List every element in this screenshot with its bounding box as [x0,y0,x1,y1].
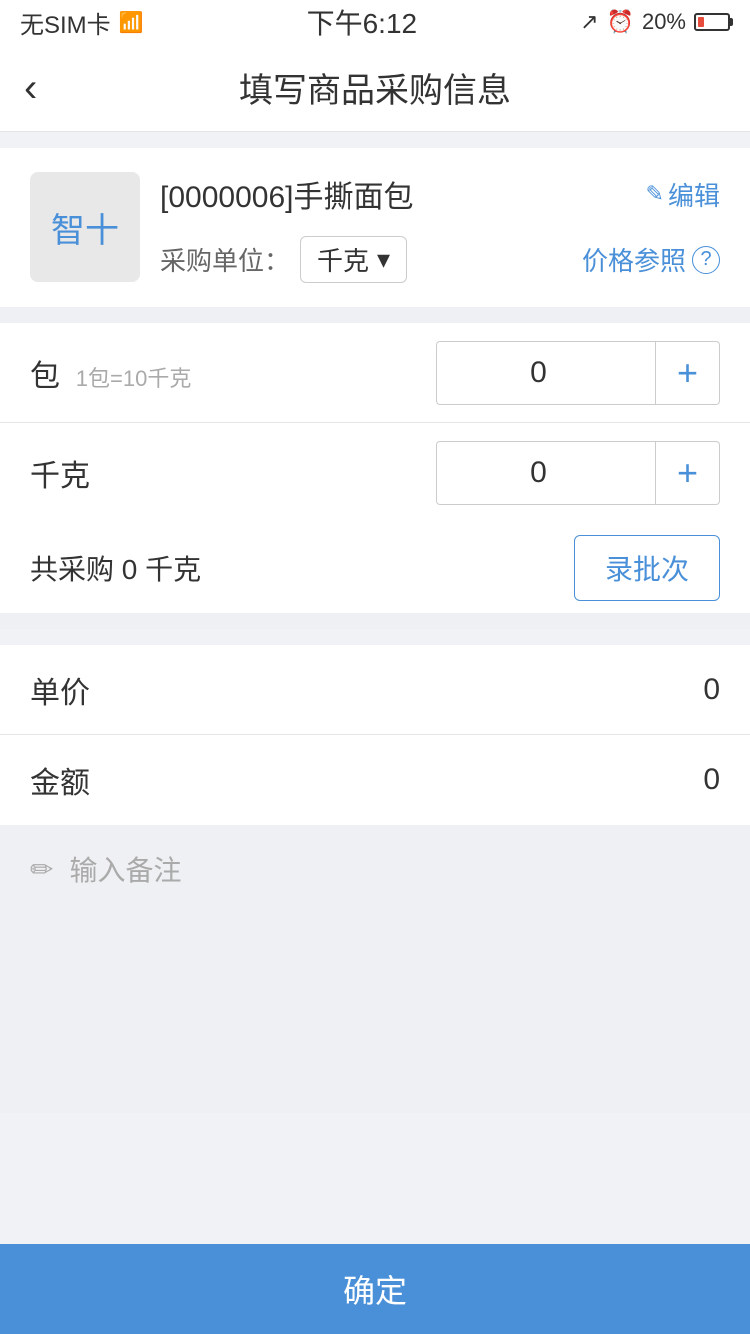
price-ref-label: 价格参照 [582,241,686,278]
battery-percent: 20% [642,9,686,35]
total-unit: 千克 [145,554,201,585]
total-section: 共采购 0 千克 录批次 [0,523,750,613]
back-button[interactable]: ‹ [24,68,37,108]
unit-selector[interactable]: 千克 ▾ [300,236,407,283]
battery-icon [694,13,730,31]
edit-label: 编辑 [668,176,720,213]
unit-price-value: 0 [703,673,720,707]
dropdown-icon: ▾ [377,244,390,275]
help-icon: ? [692,246,720,274]
alarm-icon: ⏰ [607,9,634,35]
bag-input-row: 包 1包=10千克 + [0,323,750,423]
amount-label: 金额 [30,758,90,802]
product-info: [0000006]手撕面包 ✎ 编辑 采购单位： 千克 ▾ 价格参照 ? [160,172,720,283]
bag-plus-button[interactable]: + [656,341,720,405]
input-section: 包 1包=10千克 + 千克 + [0,323,750,523]
batch-button[interactable]: 录批次 [574,535,720,601]
kg-label: 千克 [30,460,90,493]
status-bar: 无SIM卡 📶 下午6:12 ↗ ⏰ 20% [0,0,750,44]
product-unit-row: 采购单位： 千克 ▾ 价格参照 ? [160,236,720,283]
kg-input-row: 千克 + [0,423,750,523]
bag-label: 包 [30,360,60,393]
bag-label-group: 包 1包=10千克 [30,351,191,395]
kg-plus-button[interactable]: + [656,441,720,505]
confirm-button[interactable]: 确定 [0,1244,750,1334]
bag-quantity-input[interactable] [436,341,656,405]
product-logo: 智十 [51,203,119,252]
unit-price-label: 单价 [30,668,90,712]
remark-placeholder: 输入备注 [69,849,181,889]
empty-space [0,913,750,1113]
kg-input-group: + [436,441,720,505]
total-text: 共采购 0 千克 [30,548,201,588]
confirm-button-label: 确定 [343,1266,407,1312]
location-icon: ↗ [580,9,598,35]
edit-icon: ✎ [646,181,664,207]
status-right: ↗ ⏰ 20% [580,9,730,35]
unit-label: 采购单位： [160,241,290,278]
unit-price-row: 单价 0 [0,645,750,735]
unit-value: 千克 [317,241,369,278]
bag-sublabel: 1包=10千克 [76,366,192,391]
product-image: 智十 [30,172,140,282]
price-section: 单价 0 金额 0 [0,645,750,825]
nav-bar: ‹ 填写商品采购信息 [0,44,750,132]
edit-button[interactable]: ✎ 编辑 [646,176,720,213]
kg-quantity-input[interactable] [436,441,656,505]
price-ref-button[interactable]: 价格参照 ? [582,241,720,278]
total-amount: 0 [122,554,138,585]
remark-section[interactable]: ✏ 输入备注 [0,825,750,913]
product-card: 智十 [0000006]手撕面包 ✎ 编辑 采购单位： 千克 ▾ [0,148,750,307]
product-name-row: [0000006]手撕面包 ✎ 编辑 [160,172,720,216]
carrier-label: 无SIM卡 [20,5,111,40]
kg-label-group: 千克 [30,451,90,495]
amount-value: 0 [703,763,720,797]
page-title: 填写商品采购信息 [239,63,511,112]
section-divider-1 [0,307,750,323]
section-divider-2 [0,613,750,629]
status-left: 无SIM卡 📶 [20,5,144,40]
total-prefix: 共采购 [30,554,114,585]
remark-icon: ✏ [30,853,53,886]
wifi-icon: 📶 [119,10,144,35]
bag-input-group: + [436,341,720,405]
product-name: [0000006]手撕面包 [160,172,413,216]
status-time: 下午6:12 [307,2,418,42]
amount-row: 金额 0 [0,735,750,825]
